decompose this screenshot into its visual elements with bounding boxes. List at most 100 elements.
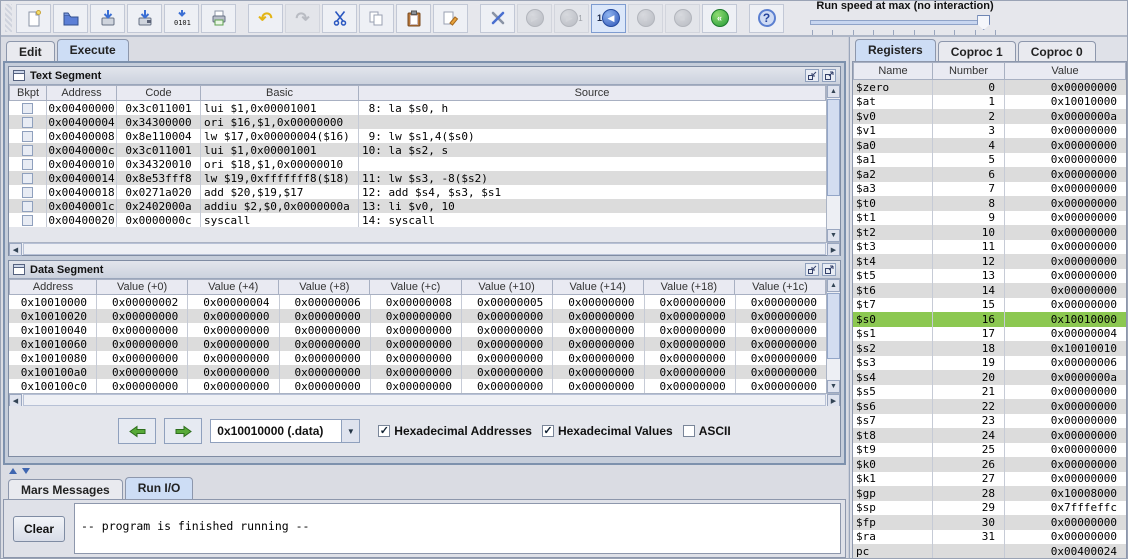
register-value-cell[interactable]: 0x00000000 bbox=[1005, 225, 1126, 240]
tab-execute[interactable]: Execute bbox=[56, 39, 129, 61]
register-value-cell[interactable]: 0x10010010 bbox=[1005, 341, 1126, 356]
restore-window-icon[interactable] bbox=[805, 263, 819, 276]
breakpoint-checkbox[interactable] bbox=[22, 214, 33, 226]
register-value-cell[interactable]: 0x00000000 bbox=[1005, 240, 1126, 255]
register-value-cell[interactable]: 0x00000000 bbox=[1005, 443, 1126, 458]
register-value-cell[interactable]: 0x00000000 bbox=[1005, 472, 1126, 487]
breakpoint-checkbox[interactable] bbox=[22, 116, 33, 128]
register-value-cell[interactable]: 0x00000000 bbox=[1005, 399, 1126, 414]
memory-value-cell[interactable]: 0x00000000 bbox=[188, 351, 280, 365]
memory-value-cell[interactable]: 0x00000000 bbox=[553, 323, 645, 337]
help-button[interactable]: ? bbox=[749, 3, 784, 33]
memory-value-cell[interactable]: 0x00000000 bbox=[645, 351, 736, 365]
memory-value-cell[interactable]: 0x00000000 bbox=[553, 337, 645, 351]
new-file-button[interactable] bbox=[16, 3, 51, 33]
register-value-cell[interactable]: 0x00000000 bbox=[1005, 428, 1126, 443]
combo-dropdown-icon[interactable]: ▼ bbox=[341, 420, 360, 442]
horizontal-splitter[interactable] bbox=[3, 467, 846, 475]
register-value-cell[interactable]: 0x00000000 bbox=[1005, 298, 1126, 313]
memory-value-cell[interactable]: 0x00000000 bbox=[553, 309, 645, 323]
register-value-cell[interactable]: 0x00000000 bbox=[1005, 530, 1126, 545]
memory-value-cell[interactable]: 0x00000000 bbox=[736, 309, 826, 323]
save-button[interactable] bbox=[90, 3, 125, 33]
memory-value-cell[interactable]: 0x00000000 bbox=[371, 309, 462, 323]
memory-value-cell[interactable]: 0x00000000 bbox=[645, 337, 736, 351]
register-value-cell[interactable]: 0x00000000 bbox=[1005, 153, 1126, 168]
memory-value-cell[interactable]: 0x00000000 bbox=[462, 365, 554, 379]
breakpoint-checkbox[interactable] bbox=[22, 130, 33, 142]
memory-value-cell[interactable]: 0x00000004 bbox=[188, 295, 280, 309]
data-segment-titlebar[interactable]: Data Segment bbox=[9, 261, 840, 279]
memory-value-cell[interactable]: 0x00000000 bbox=[371, 351, 462, 365]
register-value-cell[interactable]: 0x00000000 bbox=[1005, 167, 1126, 182]
checkbox-box[interactable] bbox=[682, 425, 695, 437]
breakpoint-checkbox[interactable] bbox=[22, 200, 33, 212]
tab-coproc-0[interactable]: Coproc 0 bbox=[1017, 41, 1096, 61]
text-segment-titlebar[interactable]: Text Segment bbox=[9, 67, 840, 85]
print-button[interactable] bbox=[201, 3, 236, 33]
register-value-cell[interactable]: 0x00000000 bbox=[1005, 196, 1126, 211]
restore-window-icon[interactable] bbox=[805, 69, 819, 82]
step-button[interactable]: ▶ 1 bbox=[554, 3, 589, 33]
memory-value-cell[interactable]: 0x00000000 bbox=[280, 309, 371, 323]
register-value-cell[interactable]: 0x0000000a bbox=[1005, 109, 1126, 124]
memory-value-cell[interactable]: 0x00000000 bbox=[280, 351, 371, 365]
cut-button[interactable] bbox=[322, 3, 357, 33]
register-value-cell[interactable]: 0x00000000 bbox=[1005, 515, 1126, 530]
find-replace-button[interactable] bbox=[433, 3, 468, 33]
pause-button[interactable]: ‖ bbox=[628, 3, 663, 33]
assemble-button[interactable] bbox=[480, 3, 515, 33]
breakpoint-checkbox[interactable] bbox=[22, 158, 33, 170]
checkbox-hexadecimal-values[interactable]: ✓ Hexadecimal Values bbox=[541, 424, 673, 438]
redo-button[interactable]: ↷ bbox=[285, 3, 320, 33]
breakpoint-checkbox[interactable] bbox=[22, 172, 33, 184]
text-segment-horizontal-scrollbar[interactable]: ◀ ▶ bbox=[9, 242, 840, 256]
register-value-cell[interactable]: 0x00000000 bbox=[1005, 269, 1126, 284]
tab-mars-messages[interactable]: Mars Messages bbox=[8, 479, 123, 499]
register-value-cell[interactable]: 0x00000006 bbox=[1005, 356, 1126, 371]
memory-value-cell[interactable]: 0x00000000 bbox=[97, 351, 189, 365]
dump-memory-button[interactable]: 0101 bbox=[164, 3, 199, 33]
stop-button[interactable]: ■ bbox=[665, 3, 700, 33]
memory-value-cell[interactable]: 0x00000000 bbox=[280, 365, 371, 379]
memory-value-cell[interactable]: 0x00000000 bbox=[553, 365, 645, 379]
memory-value-cell[interactable]: 0x00000000 bbox=[553, 295, 645, 309]
breakpoint-checkbox[interactable] bbox=[22, 144, 33, 156]
memory-value-cell[interactable]: 0x00000000 bbox=[280, 323, 371, 337]
memory-value-cell[interactable]: 0x00000000 bbox=[97, 365, 189, 379]
paste-button[interactable] bbox=[396, 3, 431, 33]
memory-value-cell[interactable]: 0x00000000 bbox=[97, 379, 189, 393]
register-value-cell[interactable]: 0x00000000 bbox=[1005, 211, 1126, 226]
next-memory-block-button[interactable] bbox=[164, 418, 203, 444]
register-value-cell[interactable]: 0x0000000a bbox=[1005, 370, 1126, 385]
register-value-cell[interactable]: 0x00400024 bbox=[1005, 544, 1126, 558]
register-value-cell[interactable]: 0x00000000 bbox=[1005, 124, 1126, 139]
memory-value-cell[interactable]: 0x00000000 bbox=[645, 295, 736, 309]
memory-value-cell[interactable]: 0x00000000 bbox=[371, 323, 462, 337]
run-button[interactable]: ▶ bbox=[517, 3, 552, 33]
register-value-cell[interactable]: 0x00000000 bbox=[1005, 182, 1126, 197]
memory-value-cell[interactable]: 0x00000000 bbox=[97, 337, 189, 351]
register-value-cell[interactable]: 0x00000000 bbox=[1005, 414, 1126, 429]
memory-value-cell[interactable]: 0x00000000 bbox=[736, 295, 826, 309]
memory-value-cell[interactable]: 0x00000000 bbox=[645, 323, 736, 337]
memory-value-cell[interactable]: 0x00000000 bbox=[736, 323, 826, 337]
memory-value-cell[interactable]: 0x00000000 bbox=[645, 379, 736, 393]
breakpoint-checkbox[interactable] bbox=[22, 102, 33, 114]
memory-value-cell[interactable]: 0x00000000 bbox=[462, 323, 554, 337]
memory-value-cell[interactable]: 0x00000000 bbox=[553, 351, 645, 365]
register-value-cell[interactable]: 0x10010000 bbox=[1005, 312, 1126, 327]
breakpoint-checkbox[interactable] bbox=[22, 186, 33, 198]
memory-value-cell[interactable]: 0x00000000 bbox=[462, 337, 554, 351]
prev-memory-block-button[interactable] bbox=[118, 418, 157, 444]
memory-value-cell[interactable]: 0x00000000 bbox=[736, 351, 826, 365]
backstep-button[interactable]: 1 ◀ bbox=[591, 3, 626, 33]
memory-value-cell[interactable]: 0x00000000 bbox=[736, 337, 826, 351]
memory-value-cell[interactable]: 0x00000000 bbox=[645, 309, 736, 323]
memory-value-cell[interactable]: 0x00000000 bbox=[188, 309, 280, 323]
memory-value-cell[interactable]: 0x00000000 bbox=[188, 379, 280, 393]
memory-value-cell[interactable]: 0x00000000 bbox=[371, 379, 462, 393]
checkbox-box[interactable]: ✓ bbox=[378, 425, 391, 437]
register-value-cell[interactable]: 0x00000000 bbox=[1005, 254, 1126, 269]
register-value-cell[interactable]: 0x00000004 bbox=[1005, 327, 1126, 342]
